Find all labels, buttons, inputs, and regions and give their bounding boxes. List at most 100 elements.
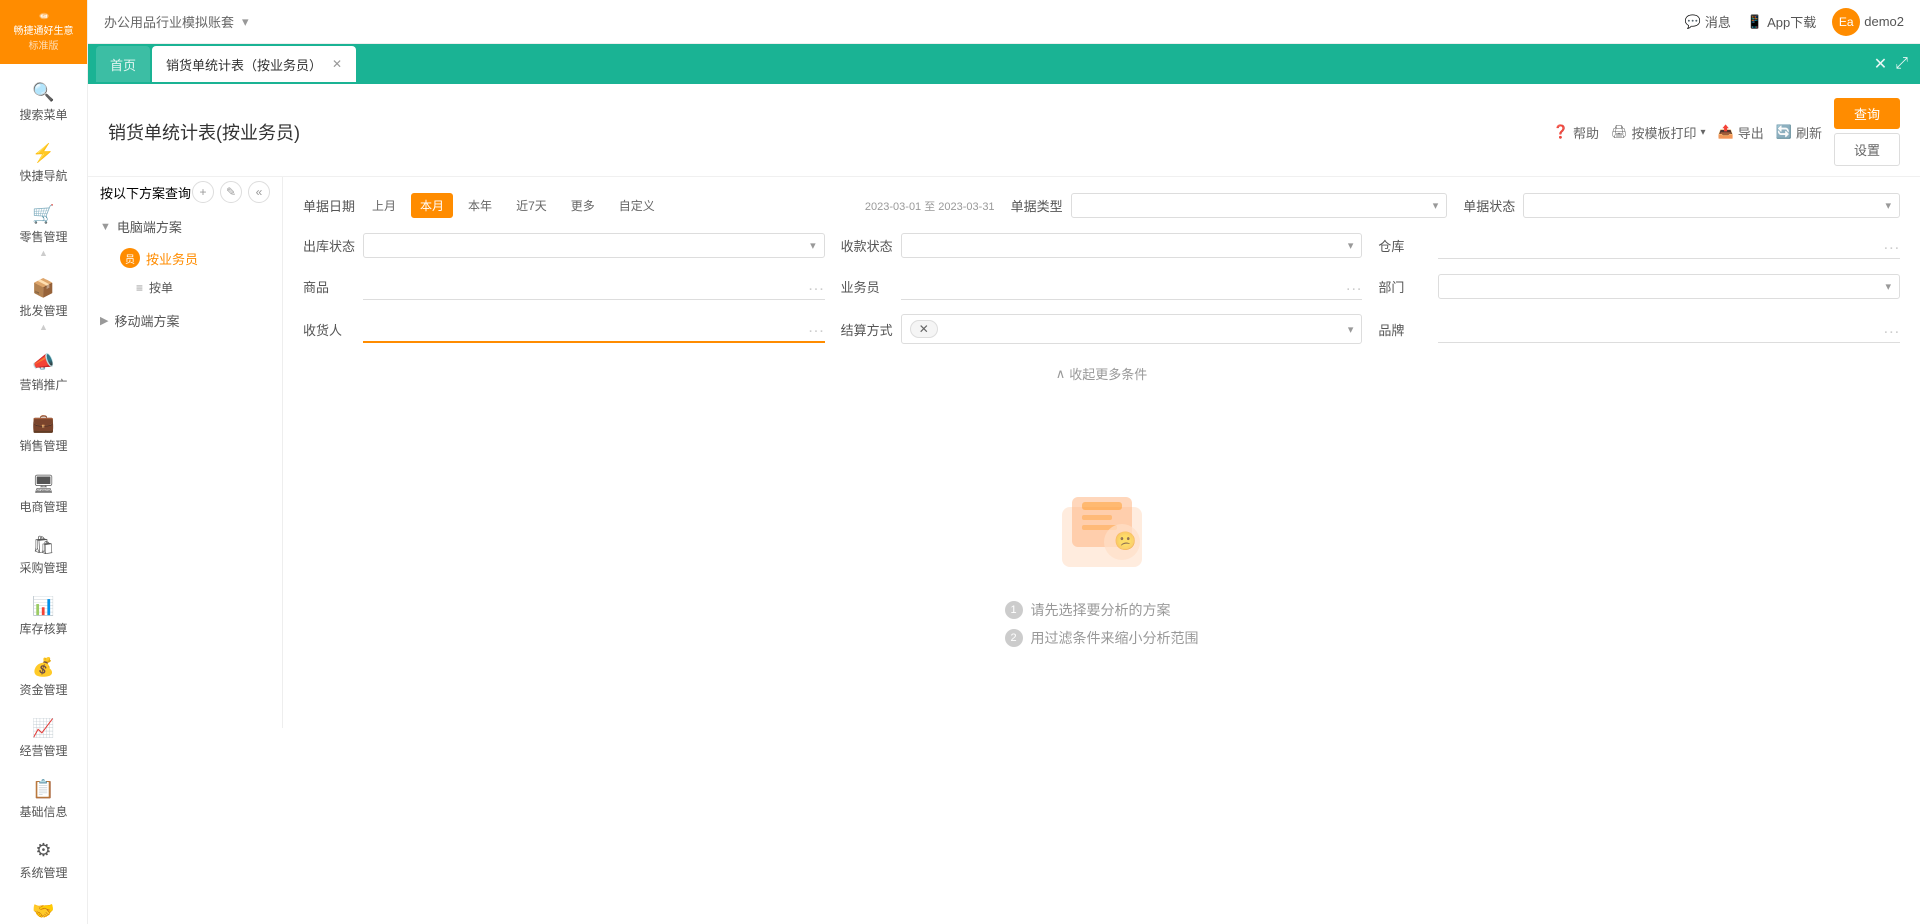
refresh-icon: 🔄 [1776, 124, 1792, 140]
date-btn-last-month[interactable]: 上月 [363, 193, 405, 218]
scheme-panel-tools: + ✎ « [192, 181, 270, 203]
page-title: 销货单统计表(按业务员) [108, 119, 300, 145]
app-download-button[interactable]: 📱 App下载 [1747, 12, 1816, 31]
page-header: 销货单统计表(按业务员) ❓ 帮助 🖨 按模板打印 ▾ 📤 导出 [88, 84, 1920, 177]
filter-row-2: 出库状态 ▾ 收款状态 ▾ [303, 232, 1900, 259]
sidebar-item-enterprise[interactable]: 🤝 企业协同 [0, 891, 87, 924]
scheme-group-mobile-header[interactable]: ▶ 移动端方案 [100, 305, 270, 336]
scheme-group-desktop-header[interactable]: ▼ 电脑端方案 [100, 211, 270, 242]
export-button[interactable]: 📤 导出 [1718, 123, 1764, 142]
filter-row-3: 商品 ... 业务员 ... [303, 273, 1900, 300]
refresh-button[interactable]: 🔄 刷新 [1776, 123, 1822, 142]
tabbar: 首页 销货单统计表（按业务员） ✕ ✕ ⤢ [88, 44, 1920, 84]
scheme-group-desktop-label: 电脑端方案 [117, 217, 182, 236]
retail-arrow-icon: ▲ [39, 248, 48, 258]
filter-receipt-status: 收款状态 ▾ [841, 233, 1363, 258]
dept-arrow-icon: ▾ [1885, 280, 1891, 293]
tab-home-label: 首页 [110, 55, 136, 74]
date-btn-more[interactable]: 更多 [562, 193, 604, 218]
payment-clear-x-icon[interactable]: ✕ [919, 322, 929, 336]
scheme-sub-item-by-doc-label: 按单 [149, 279, 173, 296]
tip-text-1: 请先选择要分析的方案 [1031, 600, 1171, 620]
doc-status-select[interactable]: ▾ [1523, 193, 1900, 218]
sidebar-item-shortcuts[interactable]: ⚡ 快捷导航 [0, 133, 87, 194]
wholesale-arrow-icon: ▲ [39, 322, 48, 332]
template-print-button[interactable]: 🖨 按模板打印 ▾ [1611, 123, 1706, 142]
logo-text: 畅捷通好生意 [14, 22, 74, 37]
date-btn-this-year[interactable]: 本年 [459, 193, 501, 218]
tip-num-2: 2 [1005, 629, 1023, 647]
sidebar-item-system[interactable]: ⚙ 系统管理 [0, 830, 87, 891]
query-button[interactable]: 查询 [1834, 98, 1900, 129]
scheme-add-button[interactable]: + [192, 181, 214, 203]
scheme-group-desktop: ▼ 电脑端方案 员 按业务员 ≡ 按单 [100, 211, 270, 301]
sidebar-nav: 🔍 搜索菜单 ⚡ 快捷导航 🛒 零售管理 ▲ 📦 批发管理 ▲ 📣 营销推广 💼… [0, 64, 87, 924]
avatar-initials: Ea [1839, 15, 1854, 29]
doc-type-label: 单据类型 [1011, 196, 1063, 215]
filter-date: 单据日期 上月 本月 本年 近7天 更多 自定义 [303, 193, 849, 218]
scheme-collapse-button[interactable]: « [248, 181, 270, 203]
collapse-button[interactable]: ∧ 收起更多条件 [1056, 364, 1148, 383]
sidebar-item-operations[interactable]: 📈 经营管理 [0, 708, 87, 769]
help-button[interactable]: ❓ 帮助 [1553, 123, 1599, 142]
sidebar-item-basic[interactable]: 📋 基础信息 [0, 769, 87, 830]
receipt-status-arrow-icon: ▾ [1348, 239, 1354, 252]
tab-close-icon[interactable]: ✕ [332, 57, 342, 71]
body-layout: 按以下方案查询 + ✎ « ▼ 电脑端方案 [88, 177, 1920, 728]
consignee-label: 收货人 [303, 320, 355, 339]
user-profile[interactable]: Ea demo2 [1832, 8, 1904, 36]
date-btn-custom[interactable]: 自定义 [610, 193, 664, 218]
sidebar-item-shortcuts-label: 快捷导航 [19, 167, 67, 184]
filter-panel: 单据日期 上月 本月 本年 近7天 更多 自定义 2023 [283, 177, 1920, 397]
message-label: 消息 [1705, 12, 1731, 31]
basic-icon: 📋 [32, 779, 54, 800]
sales-icon: 💼 [32, 413, 54, 434]
sidebar-item-inventory[interactable]: 📊 库存核算 [0, 586, 87, 647]
out-status-label: 出库状态 [303, 236, 355, 255]
payment-clear-tag: ✕ [910, 320, 938, 338]
empty-tip-2: 2 用过滤条件来缩小分析范围 [1005, 628, 1199, 648]
date-btn-last-7[interactable]: 近7天 [507, 193, 556, 218]
sidebar-item-retail[interactable]: 🛒 零售管理 ▲ [0, 194, 87, 268]
doc-type-select[interactable]: ▾ [1071, 193, 1448, 218]
operations-icon: 📈 [32, 718, 54, 739]
message-button[interactable]: 💬 消息 [1685, 12, 1731, 31]
date-btn-this-month[interactable]: 本月 [411, 193, 453, 218]
tab-home[interactable]: 首页 [96, 46, 150, 82]
tab-sales-report[interactable]: 销货单统计表（按业务员） ✕ [152, 46, 356, 82]
sidebar-item-marketing[interactable]: 📣 营销推广 [0, 342, 87, 403]
filter-goods: 商品 ... [303, 273, 825, 300]
template-print-label: 按模板打印 [1632, 123, 1697, 142]
empty-tip-1: 1 请先选择要分析的方案 [1005, 600, 1199, 620]
out-status-select[interactable]: ▾ [363, 233, 825, 258]
receipt-status-select[interactable]: ▾ [901, 233, 1363, 258]
warehouse-more-button[interactable]: ... [1884, 236, 1900, 254]
scheme-sub-item-by-doc[interactable]: ≡ 按单 [100, 274, 270, 301]
breadcrumb-arrow-icon[interactable]: ▾ [242, 14, 249, 30]
close-window-icon[interactable]: ✕ [1874, 54, 1887, 74]
enterprise-icon: 🤝 [32, 901, 54, 922]
dept-select[interactable]: ▾ [1438, 274, 1900, 299]
expand-window-icon[interactable]: ⤢ [1895, 55, 1908, 73]
scheme-group-mobile-arrow-icon: ▶ [100, 314, 108, 327]
sidebar-item-search[interactable]: 🔍 搜索菜单 [0, 72, 87, 133]
scheme-edit-button[interactable]: ✎ [220, 181, 242, 203]
sidebar-item-ecommerce[interactable]: 🖥 电商管理 [0, 464, 87, 525]
sidebar-item-sales-label: 销售管理 [19, 437, 67, 454]
inventory-icon: 📊 [32, 596, 54, 617]
brand-more-button[interactable]: ... [1884, 320, 1900, 338]
sidebar-item-wholesale[interactable]: 📦 批发管理 ▲ [0, 268, 87, 342]
scheme-item-by-staff[interactable]: 员 按业务员 [100, 242, 270, 274]
sidebar-item-finance[interactable]: 💰 资金管理 [0, 647, 87, 708]
payment-select[interactable]: ✕ ▾ [901, 314, 1363, 344]
sidebar-item-purchase[interactable]: 🛍 采购管理 [0, 525, 87, 586]
message-icon: 💬 [1685, 14, 1701, 30]
refresh-label: 刷新 [1796, 123, 1822, 142]
goods-more-button[interactable]: ... [808, 277, 824, 295]
sidebar-item-sales[interactable]: 💼 销售管理 [0, 403, 87, 464]
sidebar-item-basic-label: 基础信息 [19, 803, 67, 820]
staff-more-button[interactable]: ... [1346, 277, 1362, 295]
consignee-more-button[interactable]: ... [808, 319, 824, 337]
template-print-arrow-icon: ▾ [1701, 127, 1706, 138]
settings-button[interactable]: 设置 [1834, 133, 1900, 166]
